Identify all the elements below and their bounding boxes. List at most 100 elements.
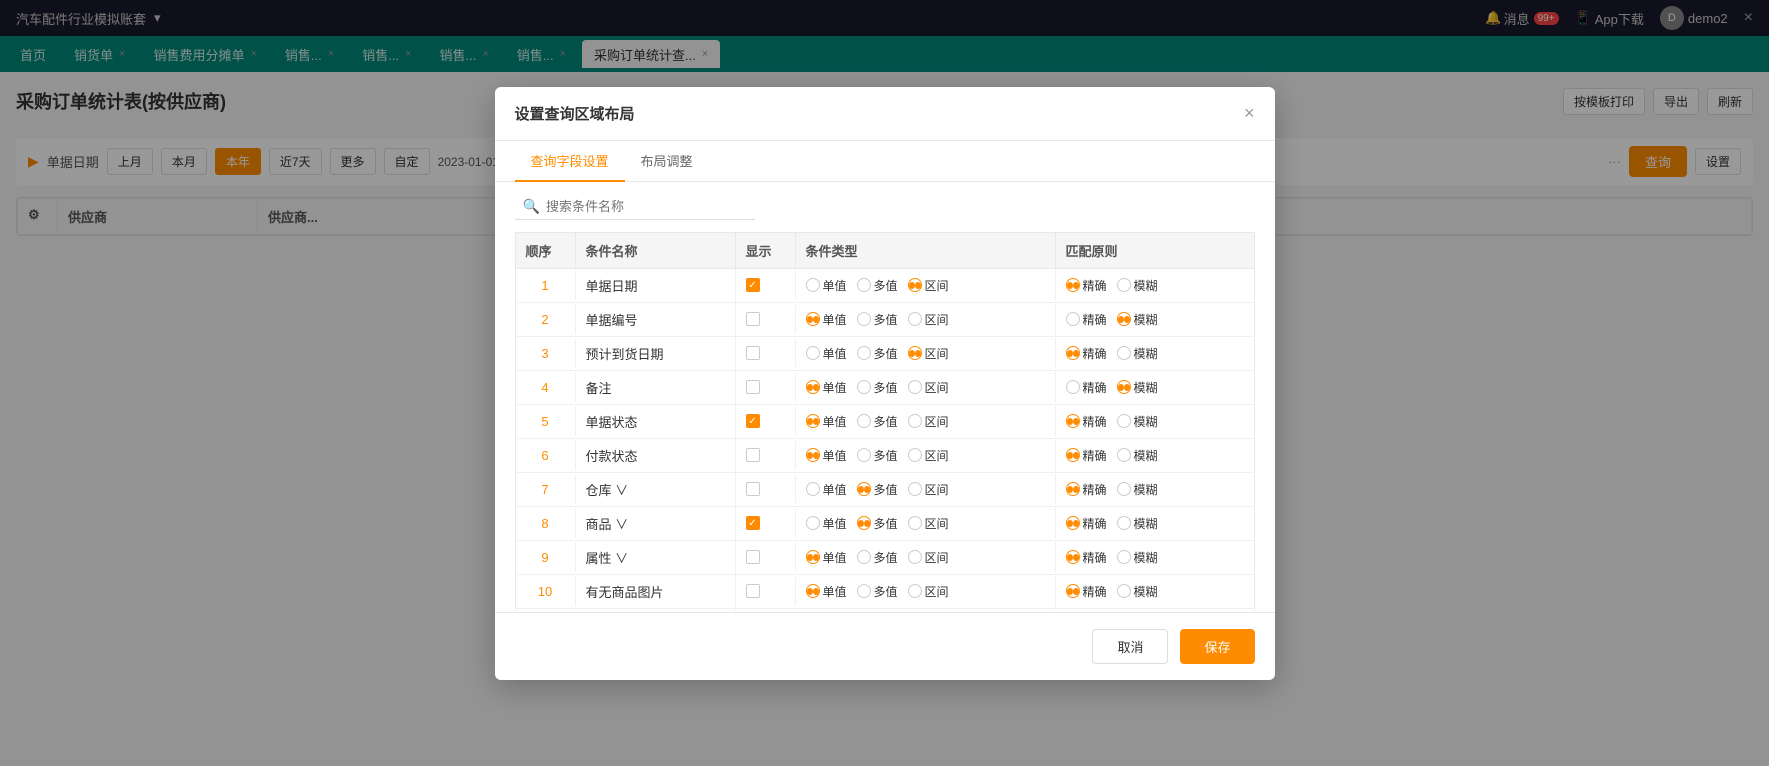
row-5-match-fuzzy[interactable]: 模糊 xyxy=(1117,413,1158,430)
row-4-type-single[interactable]: 单值 xyxy=(806,379,847,396)
row-9-match-exact[interactable]: 精确 xyxy=(1066,549,1107,566)
row-5-type-range[interactable]: 区间 xyxy=(908,413,949,430)
row-5-type-single[interactable]: 单值 xyxy=(806,413,847,430)
row-8-show[interactable]: ✓ xyxy=(736,509,796,537)
col-name: 条件名称 xyxy=(576,233,736,268)
row-3-show-checkbox[interactable] xyxy=(746,346,760,360)
row-8-match-fuzzy[interactable]: 模糊 xyxy=(1117,515,1158,532)
row-1-type-range[interactable]: 区间 xyxy=(908,277,949,294)
row-9-type-single[interactable]: 单值 xyxy=(806,549,847,566)
row-2-type-multi[interactable]: 多值 xyxy=(857,311,898,328)
row-8-type-group: 单值 多值 区间 xyxy=(806,515,949,532)
row-4-show-checkbox[interactable] xyxy=(746,380,760,394)
row-4-match-group: 精确 模糊 xyxy=(1066,379,1158,396)
row-9-type: 单值 多值 区间 xyxy=(796,542,1056,573)
table-row: 8 商品 ∨ ✓ 单值 多值 区间 精确 模糊 xyxy=(515,507,1255,541)
row-10-match-fuzzy[interactable]: 模糊 xyxy=(1117,583,1158,600)
dialog-tab-layout-adjust[interactable]: 布局调整 xyxy=(625,141,709,182)
dialog-table: 顺序 条件名称 显示 条件类型 匹配原则 1 单据日期 ✓ 单值 多值 区间 xyxy=(495,232,1275,612)
row-3-type-single[interactable]: 单值 xyxy=(806,345,847,362)
search-input[interactable] xyxy=(546,199,746,214)
row-3-match-exact[interactable]: 精确 xyxy=(1066,345,1107,362)
row-3-type-multi[interactable]: 多值 xyxy=(857,345,898,362)
row-2-type-range[interactable]: 区间 xyxy=(908,311,949,328)
row-8-show-checkbox[interactable]: ✓ xyxy=(746,516,760,530)
row-1-type-multi[interactable]: 多值 xyxy=(857,277,898,294)
row-2-show-checkbox[interactable] xyxy=(746,312,760,326)
cancel-button[interactable]: 取消 xyxy=(1092,629,1168,664)
row-1-show[interactable]: ✓ xyxy=(736,271,796,299)
row-8-match: 精确 模糊 xyxy=(1056,508,1256,539)
row-7-type-range[interactable]: 区间 xyxy=(908,481,949,498)
row-6-match-fuzzy[interactable]: 模糊 xyxy=(1117,447,1158,464)
row-6-type-single[interactable]: 单值 xyxy=(806,447,847,464)
row-6-match-exact[interactable]: 精确 xyxy=(1066,447,1107,464)
row-2-show[interactable] xyxy=(736,305,796,333)
table-row: 6 付款状态 单值 多值 区间 精确 模糊 xyxy=(515,439,1255,473)
row-9-show[interactable] xyxy=(736,543,796,571)
row-2-type-group: 单值 多值 区间 xyxy=(806,311,949,328)
row-5-match-exact[interactable]: 精确 xyxy=(1066,413,1107,430)
row-7-show[interactable] xyxy=(736,475,796,503)
row-4-match-fuzzy[interactable]: 模糊 xyxy=(1117,379,1158,396)
dialog-table-header: 顺序 条件名称 显示 条件类型 匹配原则 xyxy=(515,232,1255,269)
row-7-type-multi[interactable]: 多值 xyxy=(857,481,898,498)
table-row: 4 备注 单值 多值 区间 精确 模糊 xyxy=(515,371,1255,405)
save-button[interactable]: 保存 xyxy=(1180,629,1254,664)
row-5-type-multi[interactable]: 多值 xyxy=(857,413,898,430)
row-10-show-checkbox[interactable] xyxy=(746,584,760,598)
row-3-show[interactable] xyxy=(736,339,796,367)
row-9-type-multi[interactable]: 多值 xyxy=(857,549,898,566)
row-7-match-exact[interactable]: 精确 xyxy=(1066,481,1107,498)
row-7-type-single[interactable]: 单值 xyxy=(806,481,847,498)
row-10-type-multi[interactable]: 多值 xyxy=(857,583,898,600)
table-row: 7 仓库 ∨ 单值 多值 区间 精确 模糊 xyxy=(515,473,1255,507)
row-8-match-exact[interactable]: 精确 xyxy=(1066,515,1107,532)
row-7-match-fuzzy[interactable]: 模糊 xyxy=(1117,481,1158,498)
row-4-order: 4 xyxy=(516,373,576,402)
row-8-type-single[interactable]: 单值 xyxy=(806,515,847,532)
row-3-match-fuzzy[interactable]: 模糊 xyxy=(1117,345,1158,362)
row-10-type-range[interactable]: 区间 xyxy=(908,583,949,600)
row-1-match-fuzzy[interactable]: 模糊 xyxy=(1117,277,1158,294)
row-10-show[interactable] xyxy=(736,577,796,605)
row-8-type-range[interactable]: 区间 xyxy=(908,515,949,532)
row-6-type-range[interactable]: 区间 xyxy=(908,447,949,464)
row-5-type: 单值 多值 区间 xyxy=(796,406,1056,437)
row-4-match-exact[interactable]: 精确 xyxy=(1066,379,1107,396)
row-5-show[interactable]: ✓ xyxy=(736,407,796,435)
row-7-show-checkbox[interactable] xyxy=(746,482,760,496)
row-9-type-range[interactable]: 区间 xyxy=(908,549,949,566)
row-10-type: 单值 多值 区间 xyxy=(796,576,1056,607)
row-2-match-exact[interactable]: 精确 xyxy=(1066,311,1107,328)
row-4-type-range[interactable]: 区间 xyxy=(908,379,949,396)
row-3-type: 单值 多值 区间 xyxy=(796,338,1056,369)
row-8-type-multi[interactable]: 多值 xyxy=(857,515,898,532)
table-row: 3 预计到货日期 单值 多值 区间 精确 模糊 xyxy=(515,337,1255,371)
row-2-match: 精确 模糊 xyxy=(1056,304,1256,335)
dialog-close-button[interactable]: × xyxy=(1244,104,1255,122)
row-3-order: 3 xyxy=(516,339,576,368)
row-6-show[interactable] xyxy=(736,441,796,469)
row-10-type-single[interactable]: 单值 xyxy=(806,583,847,600)
row-10-match-exact[interactable]: 精确 xyxy=(1066,583,1107,600)
row-11-show[interactable] xyxy=(736,611,796,612)
row-6-show-checkbox[interactable] xyxy=(746,448,760,462)
row-1-type-single[interactable]: 单值 xyxy=(806,277,847,294)
row-4-show[interactable] xyxy=(736,373,796,401)
row-2-type-single[interactable]: 单值 xyxy=(806,311,847,328)
row-5-show-checkbox[interactable]: ✓ xyxy=(746,414,760,428)
dialog-tab-field-settings[interactable]: 查询字段设置 xyxy=(515,141,625,182)
row-9-name: 属性 ∨ xyxy=(576,541,736,574)
row-4-type-multi[interactable]: 多值 xyxy=(857,379,898,396)
row-2-match-fuzzy[interactable]: 模糊 xyxy=(1117,311,1158,328)
row-6-type-multi[interactable]: 多值 xyxy=(857,447,898,464)
row-3-type-range[interactable]: 区间 xyxy=(908,345,949,362)
row-1-match-exact[interactable]: 精确 xyxy=(1066,277,1107,294)
row-9-match-fuzzy[interactable]: 模糊 xyxy=(1117,549,1158,566)
row-1-show-checkbox[interactable]: ✓ xyxy=(746,278,760,292)
row-1-order: 1 xyxy=(516,271,576,300)
row-5-type-group: 单值 多值 区间 xyxy=(806,413,949,430)
row-9-show-checkbox[interactable] xyxy=(746,550,760,564)
row-4-type: 单值 多值 区间 xyxy=(796,372,1056,403)
